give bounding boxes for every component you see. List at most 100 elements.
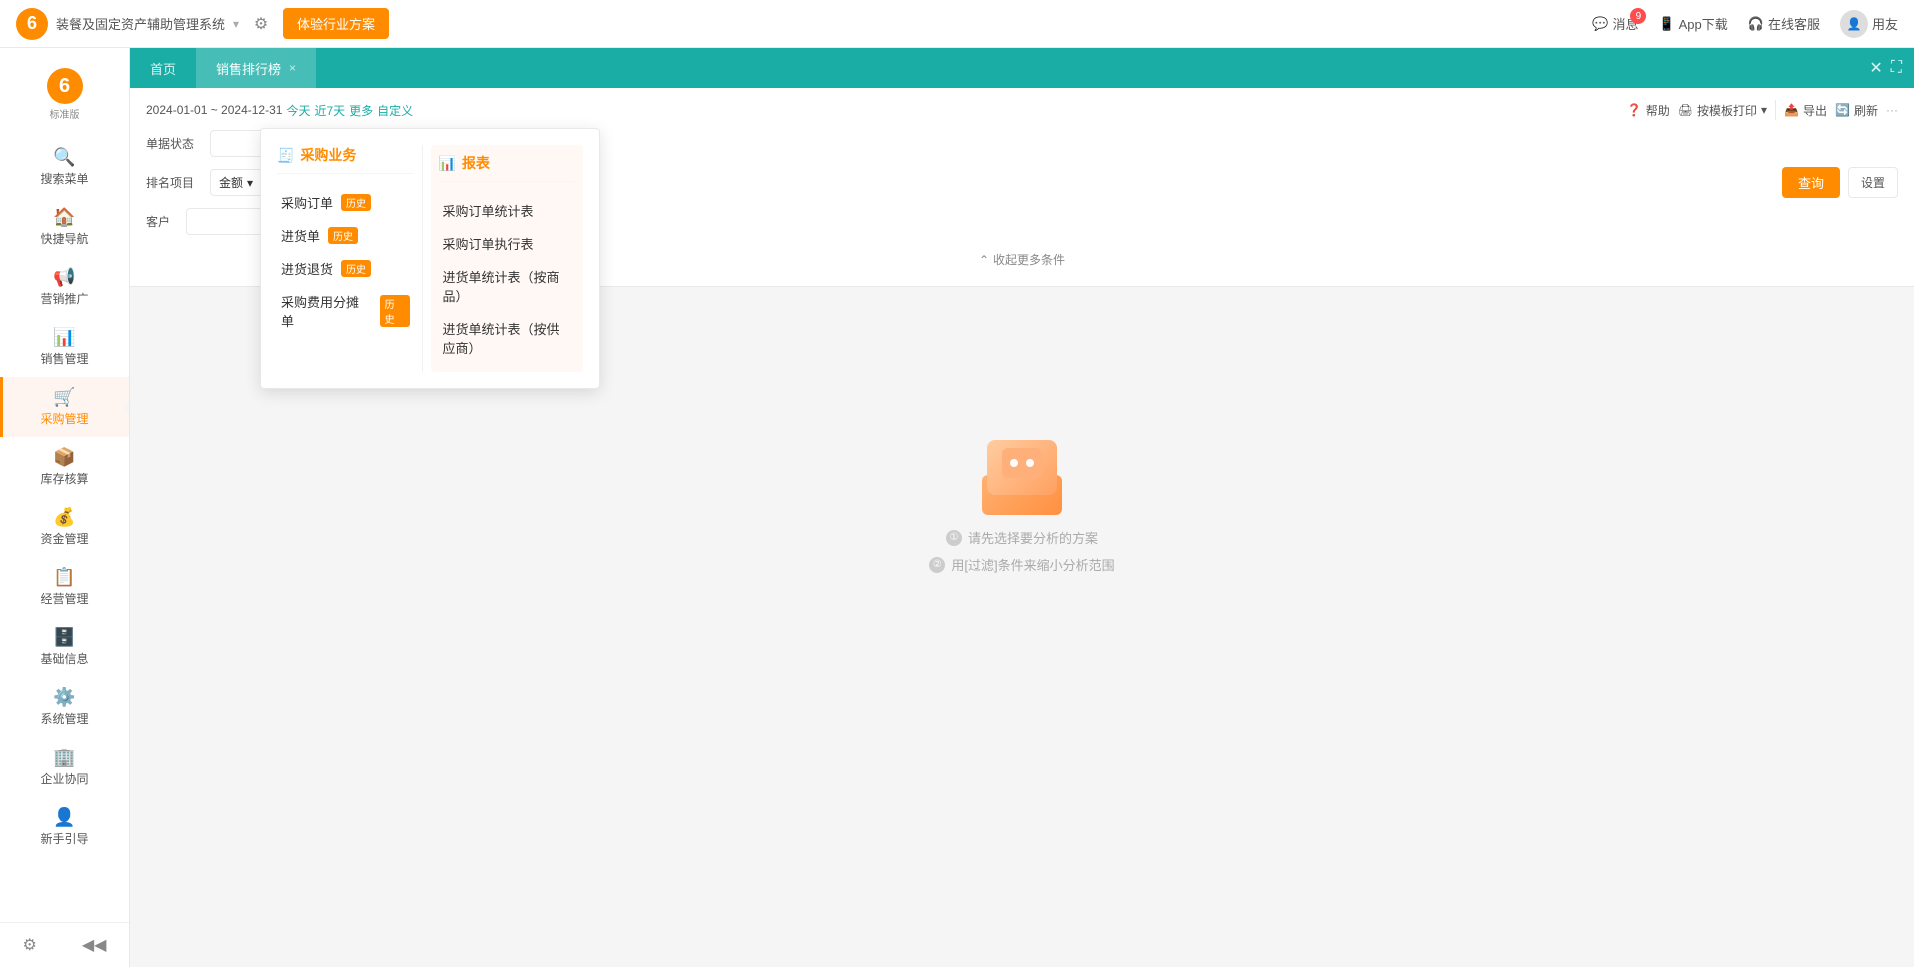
purchase-expense-item[interactable]: 采购费用分摊单 历史: [277, 285, 414, 337]
empty-step-2: ② 用[过滤]条件来缩小分析范围: [929, 555, 1114, 574]
receipt-stats-by-goods-item[interactable]: 进货单统计表（按商品）: [439, 260, 576, 312]
goods-return-history[interactable]: 历史: [341, 260, 371, 277]
query-btn[interactable]: 查询: [1782, 167, 1840, 198]
tab-home[interactable]: 首页: [130, 48, 196, 88]
inventory-icon: 📦: [53, 447, 75, 468]
toolbar-row: 2024-01-01 ~ 2024-12-31 今天 近7天 更多 自定义 ❓ …: [146, 100, 1898, 120]
refresh-label: 刷新: [1854, 102, 1878, 119]
basic-icon: 🗄️: [53, 627, 75, 648]
message-icon: 💬: [1592, 16, 1608, 32]
sidebar-label-quick-nav: 快捷导航: [40, 230, 88, 247]
newbie-icon: 👤: [53, 807, 75, 828]
enterprise-icon: 🏢: [53, 747, 75, 768]
collapse-label: 收起更多条件: [993, 251, 1065, 268]
goods-receipt-history[interactable]: 历史: [328, 227, 358, 244]
custom-date-btn[interactable]: 自定义: [377, 102, 413, 119]
sidebar-label-marketing: 营销推广: [40, 290, 88, 307]
purchase-dropdown-menu: 🧾 采购业务 采购订单 历史 进货单 历史 进货退货: [260, 128, 600, 389]
report-col-title-label: 报表: [462, 153, 490, 173]
refresh-btn[interactable]: 🔄 刷新: [1835, 102, 1878, 119]
sidebar-item-search[interactable]: 🔍 搜索菜单: [0, 137, 129, 197]
gear-bottom-icon[interactable]: ⚙: [23, 935, 37, 955]
export-btn[interactable]: 📤 导出: [1784, 102, 1827, 119]
sidebar-label-operation: 经营管理: [40, 590, 88, 607]
tab-close-icon[interactable]: ×: [289, 61, 296, 75]
home-icon: 🏠: [53, 207, 75, 228]
purchase-col: 🧾 采购业务 采购订单 历史 进货单 历史 进货退货: [277, 145, 414, 372]
tab-close-all-icon[interactable]: ✕: [1869, 58, 1882, 78]
title-dropdown-icon[interactable]: ▾: [233, 17, 239, 31]
toolbar-right: ❓ 帮助 🖨 按模板打印 ▾ 📤 导出: [1627, 100, 1898, 120]
step1-text: 请先选择要分析的方案: [968, 528, 1098, 547]
phone-icon: 📱: [1658, 16, 1674, 32]
system-icon: ⚙️: [53, 687, 75, 708]
sidebar-item-inventory[interactable]: 📦 库存核算: [0, 437, 129, 497]
search-icon: 🔍: [53, 147, 75, 168]
more-date-btn[interactable]: 更多: [349, 102, 373, 119]
sidebar-item-system[interactable]: ⚙️ 系统管理: [0, 677, 129, 737]
settings-btn[interactable]: 设置: [1848, 167, 1898, 198]
app-logo: 6: [16, 8, 48, 40]
purchase-order-history[interactable]: 历史: [341, 194, 371, 211]
collapse-sidebar-icon[interactable]: ◀◀: [82, 935, 107, 955]
empty-illustration: [962, 400, 1082, 520]
tab-sales-rank-label: 销售排行榜: [216, 59, 281, 78]
industry-btn[interactable]: 体验行业方案: [283, 8, 389, 39]
collapse-btn[interactable]: ⌃ 收起更多条件: [967, 245, 1077, 274]
sidebar-item-enterprise[interactable]: 🏢 企业协同: [0, 737, 129, 797]
sidebar-item-marketing[interactable]: 📢 营销推广: [0, 257, 129, 317]
sidebar-item-operation[interactable]: 📋 经营管理: [0, 557, 129, 617]
sales-icon: 📊: [53, 327, 75, 348]
step2-text: 用[过滤]条件来缩小分析范围: [951, 555, 1114, 574]
tab-home-label: 首页: [150, 59, 176, 78]
online-service-nav-item[interactable]: 🎧 在线客服: [1748, 14, 1820, 33]
sidebar-item-newbie[interactable]: 👤 新手引导: [0, 797, 129, 857]
sidebar-label-basic: 基础信息: [40, 650, 88, 667]
week7-btn[interactable]: 近7天: [314, 102, 345, 119]
goods-receipt-item[interactable]: 进货单 历史: [277, 219, 414, 252]
app-download-nav-item[interactable]: 📱 App下载: [1658, 14, 1727, 33]
purchase-order-exec-label: 采购订单执行表: [443, 234, 534, 253]
purchase-order-exec-item[interactable]: 采购订单执行表: [439, 227, 576, 260]
avatar: 👤: [1840, 10, 1868, 38]
settings-icon[interactable]: ⚙: [247, 10, 275, 38]
goods-return-item[interactable]: 进货退货 历史: [277, 252, 414, 285]
sidebar-item-quick-nav[interactable]: 🏠 快捷导航: [0, 197, 129, 257]
sidebar-item-finance[interactable]: 💰 资金管理: [0, 497, 129, 557]
receipt-stats-by-supplier-item[interactable]: 进货单统计表（按供应商）: [439, 312, 576, 364]
user-nav-item[interactable]: 👤 用友: [1840, 10, 1898, 38]
sidebar-label-sales: 销售管理: [40, 350, 88, 367]
sidebar-label-search: 搜索菜单: [40, 170, 88, 187]
tab-sales-rank[interactable]: 销售排行榜 ×: [196, 48, 316, 88]
sidebar-item-sales[interactable]: 📊 销售管理: [0, 317, 129, 377]
logo-subtitle: 标准版: [50, 106, 80, 121]
today-btn[interactable]: 今天: [286, 102, 310, 119]
sidebar-item-purchase[interactable]: 🛒 采购管理: [0, 377, 129, 437]
sidebar-label-purchase: 采购管理: [40, 410, 88, 427]
system-title: 装餐及固定资产辅助管理系统: [56, 14, 225, 33]
export-label: 导出: [1803, 102, 1827, 119]
help-icon: ❓: [1627, 103, 1642, 117]
page-content: 2024-01-01 ~ 2024-12-31 今天 近7天 更多 自定义 ❓ …: [130, 88, 1914, 967]
report-col-title-icon: 📊: [439, 155, 456, 172]
purchase-order-item[interactable]: 采购订单 历史: [277, 186, 414, 219]
tab-bar: 首页 销售排行榜 × ✕ ⛶: [130, 48, 1914, 88]
purchase-expense-history[interactable]: 历史: [380, 295, 410, 327]
tab-expand-icon[interactable]: ⛶: [1891, 59, 1902, 77]
export-icon: 📤: [1784, 103, 1799, 117]
more-actions-ellipsis[interactable]: ···: [1886, 103, 1898, 117]
user-name-label: 用友: [1872, 14, 1898, 33]
sidebar-item-basic[interactable]: 🗄️ 基础信息: [0, 617, 129, 677]
messages-nav-item[interactable]: 💬 消息 9: [1592, 14, 1638, 33]
doc-status-label: 单据状态: [146, 135, 194, 152]
purchase-order-stats-item[interactable]: 采购订单统计表: [439, 194, 576, 227]
receipt-stats-by-supplier-label: 进货单统计表（按供应商）: [443, 319, 572, 357]
refresh-icon: 🔄: [1835, 103, 1850, 117]
step1-num: ①: [946, 530, 962, 546]
action-btns: 查询 设置: [1782, 167, 1898, 198]
marketing-icon: 📢: [53, 267, 75, 288]
print-btn[interactable]: 🖨 按模板打印 ▾: [1678, 102, 1767, 119]
print-dropdown-icon: ▾: [1761, 103, 1767, 117]
help-btn[interactable]: ❓ 帮助: [1627, 102, 1670, 119]
sidebar-logo: 6 标准版: [0, 56, 129, 137]
